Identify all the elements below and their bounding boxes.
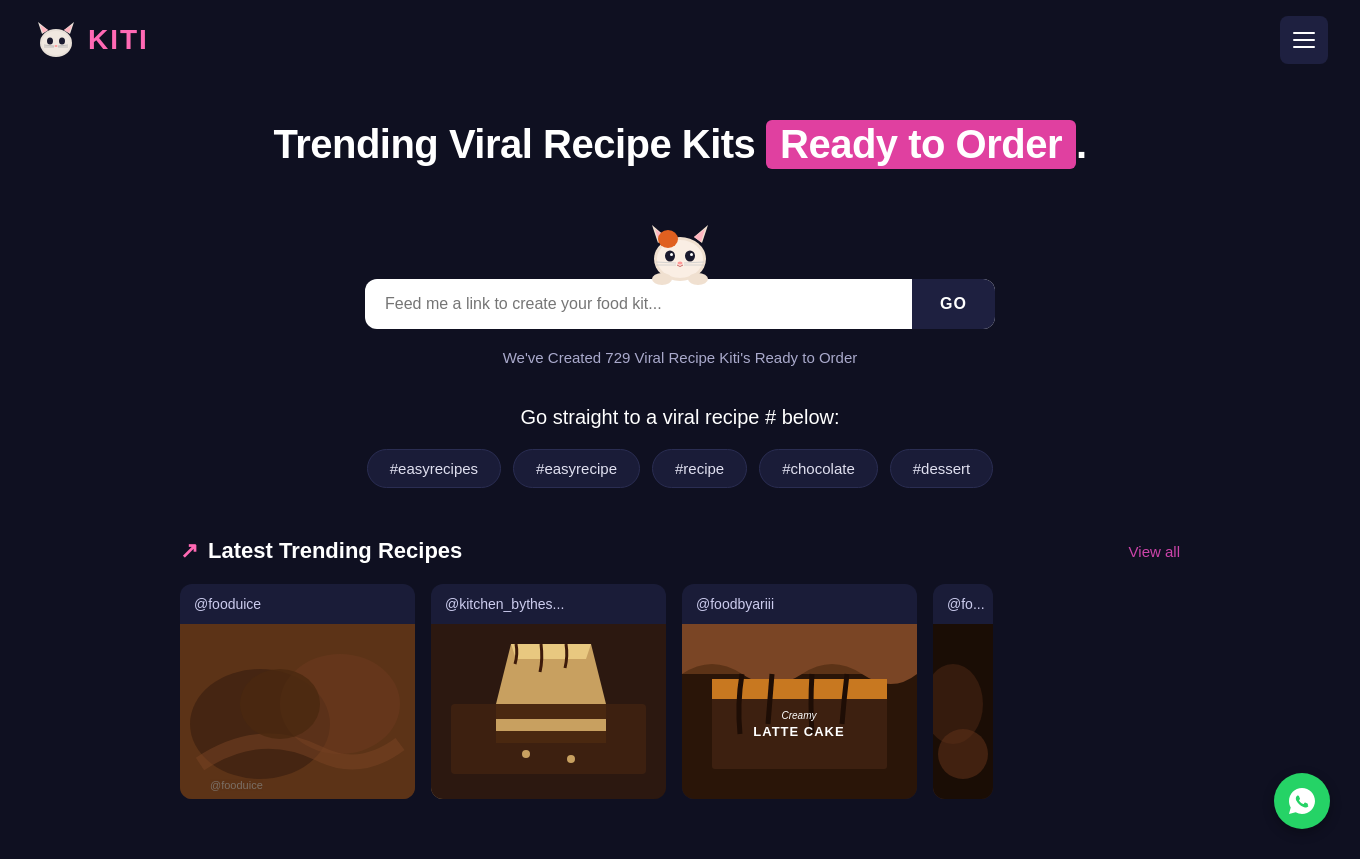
recipe-card-3-image: Creamy LATTE CAKE	[682, 624, 917, 799]
go-straight-title: Go straight to a viral recipe # below:	[520, 406, 839, 429]
menu-bar-2	[1293, 39, 1315, 41]
recipe-card-2-image	[431, 624, 666, 799]
whatsapp-icon	[1286, 785, 1318, 817]
subtitle-text: We've Created 729 Viral Recipe Kiti's Re…	[503, 349, 858, 366]
hashtag-easyrecipe[interactable]: #easyrecipe	[513, 449, 640, 488]
recipe-card-1-handle: @fooduice	[180, 584, 415, 624]
svg-point-53	[938, 729, 988, 779]
hashtag-easyrecipes[interactable]: #easyrecipes	[367, 449, 501, 488]
headline-dot: .	[1076, 122, 1087, 166]
hashtag-chocolate[interactable]: #chocolate	[759, 449, 878, 488]
svg-point-22	[670, 253, 673, 256]
svg-rect-41	[496, 719, 606, 731]
recipe-card-3-handle: @foodbyariii	[682, 584, 917, 624]
svg-point-43	[522, 750, 530, 758]
svg-point-30	[688, 273, 708, 285]
recipe-card-1-image: @fooduice	[180, 624, 415, 799]
svg-point-7	[59, 38, 65, 45]
svg-text:@fooduice: @fooduice	[210, 779, 263, 791]
svg-text:Creamy: Creamy	[781, 710, 817, 721]
recipe-card-4-handle: @fo...	[933, 584, 993, 624]
page-headline: Trending Viral Recipe Kits Ready to Orde…	[273, 120, 1086, 169]
hashtag-recipe[interactable]: #recipe	[652, 449, 747, 488]
svg-point-34	[240, 669, 320, 739]
headline-prefix: Trending Viral Recipe Kits	[273, 122, 755, 166]
menu-bar-1	[1293, 32, 1315, 34]
hashtag-dessert[interactable]: #dessert	[890, 449, 994, 488]
svg-point-24	[678, 262, 683, 265]
trending-title: ↗ Latest Trending Recipes	[180, 538, 462, 564]
svg-point-8	[55, 45, 58, 47]
svg-point-1	[42, 31, 70, 55]
logo-icon	[32, 16, 80, 64]
svg-point-19	[658, 230, 678, 248]
main-content: Trending Viral Recipe Kits Ready to Orde…	[0, 80, 1360, 839]
recipe-card-2[interactable]: @kitchen_bythes...	[431, 584, 666, 799]
hashtag-container: #easyrecipes #easyrecipe #recipe #chocol…	[367, 449, 994, 488]
recipe-card-4[interactable]: @fo...	[933, 584, 993, 799]
logo[interactable]: KITI	[32, 16, 149, 64]
recipe-card-2-handle: @kitchen_bythes...	[431, 584, 666, 624]
trending-title-text: Latest Trending Recipes	[208, 538, 462, 564]
menu-button[interactable]	[1280, 16, 1328, 64]
svg-point-21	[685, 251, 695, 262]
svg-point-44	[567, 755, 575, 763]
trending-header: ↗ Latest Trending Recipes View all	[180, 538, 1180, 564]
recipe-card-4-image	[933, 624, 993, 799]
svg-rect-42	[496, 731, 606, 743]
cat-mascot	[640, 209, 720, 289]
svg-text:LATTE CAKE: LATTE CAKE	[753, 724, 844, 739]
view-all-link[interactable]: View all	[1129, 543, 1180, 560]
svg-point-20	[665, 251, 675, 262]
svg-point-6	[47, 38, 53, 45]
search-input[interactable]	[365, 279, 912, 329]
menu-bar-3	[1293, 46, 1315, 48]
trending-icon: ↗	[180, 538, 198, 564]
svg-point-29	[652, 273, 672, 285]
recipe-card-3[interactable]: @foodbyariii	[682, 584, 917, 799]
headline-highlight: Ready to Order	[766, 120, 1076, 169]
trending-section: ↗ Latest Trending Recipes View all @food…	[180, 538, 1180, 839]
recipe-card-1[interactable]: @fooduice @fooduice	[180, 584, 415, 799]
go-button[interactable]: GO	[912, 279, 995, 329]
svg-rect-40	[496, 704, 606, 719]
header: KITI	[0, 0, 1360, 80]
whatsapp-button[interactable]	[1274, 773, 1330, 829]
logo-text: KITI	[88, 24, 149, 56]
svg-point-23	[690, 253, 693, 256]
svg-marker-39	[511, 644, 591, 659]
recipe-cards: @fooduice @fooduice @kitchen_	[180, 584, 1180, 799]
